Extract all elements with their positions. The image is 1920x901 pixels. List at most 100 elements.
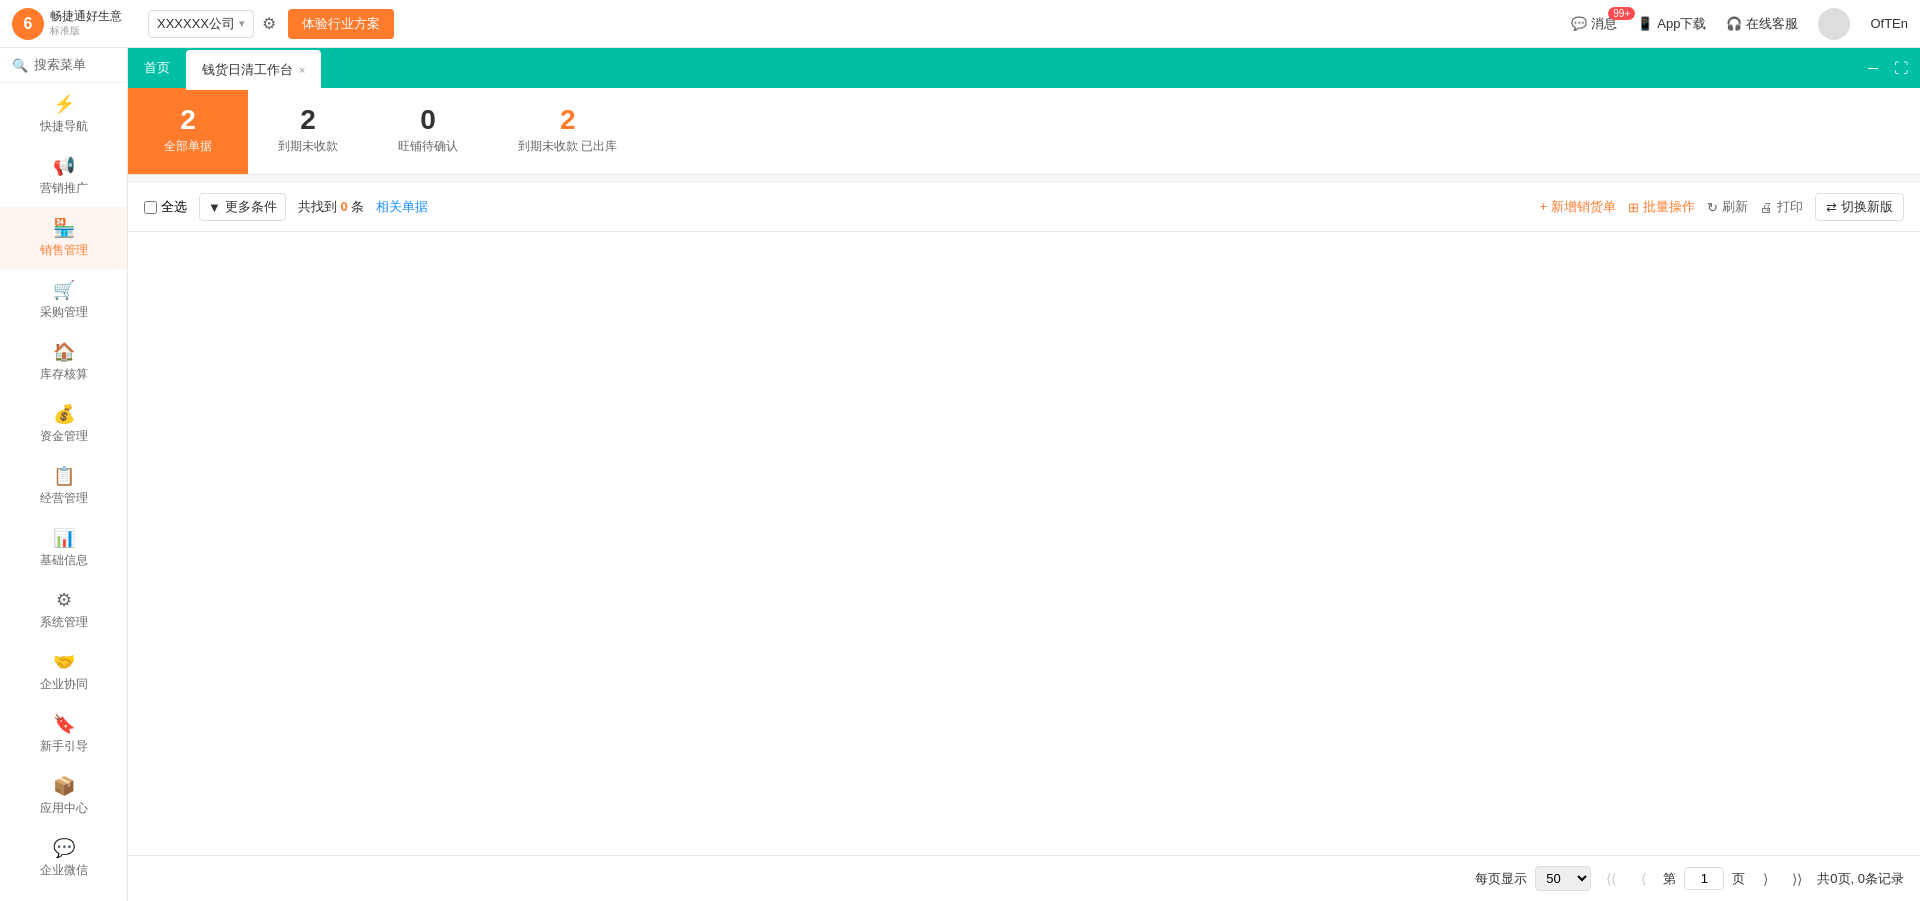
stat-number-all: 2 [180, 104, 196, 136]
tab-home[interactable]: 首页 [128, 48, 186, 88]
sidebar-item-basic-info[interactable]: 📊 基础信息 [0, 517, 127, 579]
sidebar-item-label: 资金管理 [40, 428, 88, 445]
sidebar-item-member[interactable]: V 畅会员 [0, 889, 127, 901]
related-link[interactable]: 相关单据 [376, 198, 428, 216]
batch-icon: ⊞ [1628, 200, 1639, 215]
page-size-select[interactable]: 50 10 20 100 [1535, 866, 1591, 891]
stat-card-overdue-shipped[interactable]: 2 到期未收款 已出库 [488, 88, 647, 174]
message-button[interactable]: 💬 消息 99+ [1571, 15, 1617, 33]
sidebar-item-label: 采购管理 [40, 304, 88, 321]
minimize-icon[interactable]: ─ [1864, 56, 1882, 80]
switch-label: 切换新版 [1841, 198, 1893, 216]
page-label: 页 [1732, 870, 1745, 888]
stat-label-overdue-shipped: 到期未收款 已出库 [518, 138, 617, 155]
toolbar: 全选 ▼ 更多条件 共找到 0 条 相关单据 + 新增销货单 [128, 183, 1920, 232]
switch-version-button[interactable]: ⇄ 切换新版 [1815, 193, 1904, 221]
tab-controls: ─ ⛶ [1864, 56, 1920, 80]
batch-label: 批量操作 [1643, 198, 1695, 216]
sidebar-item-inventory[interactable]: 🏠 库存核算 [0, 331, 127, 393]
logo-sub: 标准版 [50, 24, 122, 38]
sidebar-item-label: 库存核算 [40, 366, 88, 383]
search-menu[interactable]: 🔍 搜索菜单 [0, 48, 127, 83]
refresh-label: 刷新 [1722, 198, 1748, 216]
guide-icon: 🔖 [53, 713, 75, 735]
pagination: 每页显示 50 10 20 100 ⟨⟨ ⟨ 第 页 ⟩ ⟩⟩ 共0页, 0条记… [128, 855, 1920, 901]
app-download-button[interactable]: 📱 App下载 [1637, 15, 1706, 33]
stat-number-pending: 0 [420, 104, 436, 136]
sidebar-item-label: 应用中心 [40, 800, 88, 817]
checkbox-input[interactable] [144, 201, 157, 214]
main-content: 首页 钱货日清工作台 × ─ ⛶ 2 全部单据 2 到期未收款 [128, 48, 1920, 901]
sidebar-item-label: 经营管理 [40, 490, 88, 507]
sidebar-item-sys-mgmt[interactable]: ⚙ 系统管理 [0, 579, 127, 641]
first-page-button[interactable]: ⟨⟨ [1599, 867, 1623, 891]
logo-text: 畅捷通好生意 [50, 9, 122, 25]
sidebar-item-app-center[interactable]: 📦 应用中心 [0, 765, 127, 827]
expand-icon[interactable]: ⛶ [1890, 56, 1912, 80]
sidebar-item-operations[interactable]: 📋 经营管理 [0, 455, 127, 517]
next-page-button[interactable]: ⟩ [1753, 867, 1777, 891]
purchase-icon: 🛒 [53, 279, 75, 301]
stat-number-overdue: 2 [300, 104, 316, 136]
add-sales-button[interactable]: + 新增销货单 [1540, 198, 1616, 216]
stat-card-pending[interactable]: 0 旺铺待确认 [368, 88, 488, 174]
select-all-label: 全选 [161, 198, 187, 216]
close-icon[interactable]: × [299, 64, 305, 76]
sidebar-item-label: 新手引导 [40, 738, 88, 755]
stat-label-overdue: 到期未收款 [278, 138, 338, 155]
stat-card-overdue[interactable]: 2 到期未收款 [248, 88, 368, 174]
avatar[interactable] [1818, 8, 1850, 40]
stat-card-all[interactable]: 2 全部单据 [128, 88, 248, 174]
found-prefix: 共找到 [298, 199, 337, 214]
page-summary: 共0页, 0条记录 [1817, 870, 1904, 888]
stat-label-all: 全部单据 [164, 138, 212, 155]
logo: 6 畅捷通好生意 标准版 [12, 8, 140, 40]
username[interactable]: OfTEn [1870, 16, 1908, 31]
quick-nav-icon: ⚡ [53, 93, 75, 115]
select-all-checkbox[interactable]: 全选 [144, 198, 187, 216]
chevron-down-icon: ▾ [239, 17, 245, 30]
trial-button[interactable]: 体验行业方案 [288, 9, 394, 39]
service-icon: 🎧 [1726, 16, 1742, 31]
sidebar-item-finance[interactable]: 💰 资金管理 [0, 393, 127, 455]
batch-button[interactable]: ⊞ 批量操作 [1628, 198, 1695, 216]
message-badge: 99+ [1608, 7, 1635, 20]
found-suffix: 条 [351, 199, 364, 214]
stats-row: 2 全部单据 2 到期未收款 0 旺铺待确认 2 到期未收款 已出库 [128, 88, 1920, 175]
prev-page-button[interactable]: ⟨ [1631, 867, 1655, 891]
sidebar-item-purchase[interactable]: 🛒 采购管理 [0, 269, 127, 331]
sidebar-item-label: 销售管理 [40, 242, 88, 259]
search-icon: 🔍 [12, 58, 28, 73]
basic-info-icon: 📊 [53, 527, 75, 549]
page-label-prefix: 第 [1663, 870, 1676, 888]
enterprise-icon: 🤝 [53, 651, 75, 673]
app-header: 6 畅捷通好生意 标准版 XXXXXX公司 ▾ ⚙ 体验行业方案 💬 消息 99… [0, 0, 1920, 48]
tab-label: 钱货日清工作台 [202, 61, 293, 79]
refresh-button[interactable]: ↻ 刷新 [1707, 198, 1748, 216]
sidebar-item-quick-nav[interactable]: ⚡ 快捷导航 [0, 83, 127, 145]
sidebar-item-label: 企业协同 [40, 676, 88, 693]
tab-bar: 首页 钱货日清工作台 × ─ ⛶ [128, 48, 1920, 88]
settings-icon[interactable]: ⚙ [262, 14, 276, 33]
sidebar-item-label: 企业微信 [40, 862, 88, 879]
last-page-button[interactable]: ⟩⟩ [1785, 867, 1809, 891]
filter-button[interactable]: ▼ 更多条件 [199, 193, 286, 221]
sidebar-item-wechat[interactable]: 💬 企业微信 [0, 827, 127, 889]
company-name: XXXXXX公司 [157, 15, 235, 33]
online-service-button[interactable]: 🎧 在线客服 [1726, 15, 1798, 33]
operations-icon: 📋 [53, 465, 75, 487]
page-input[interactable] [1684, 867, 1724, 890]
tab-active[interactable]: 钱货日清工作台 × [186, 50, 321, 90]
company-selector[interactable]: XXXXXX公司 ▾ [148, 10, 254, 38]
print-button[interactable]: 🖨 打印 [1760, 198, 1803, 216]
sidebar-item-sales[interactable]: 🏪 销售管理 [0, 207, 127, 269]
message-icon: 💬 [1571, 16, 1587, 31]
print-label: 打印 [1777, 198, 1803, 216]
sidebar-item-guide[interactable]: 🔖 新手引导 [0, 703, 127, 765]
found-text: 共找到 0 条 [298, 198, 364, 216]
toolbar-right: + 新增销货单 ⊞ 批量操作 ↻ 刷新 🖨 打印 ⇄ [1540, 193, 1904, 221]
sidebar-item-marketing[interactable]: 📢 营销推广 [0, 145, 127, 207]
search-menu-label: 搜索菜单 [34, 56, 86, 74]
sidebar-item-enterprise[interactable]: 🤝 企业协同 [0, 641, 127, 703]
sidebar-item-label: 系统管理 [40, 614, 88, 631]
